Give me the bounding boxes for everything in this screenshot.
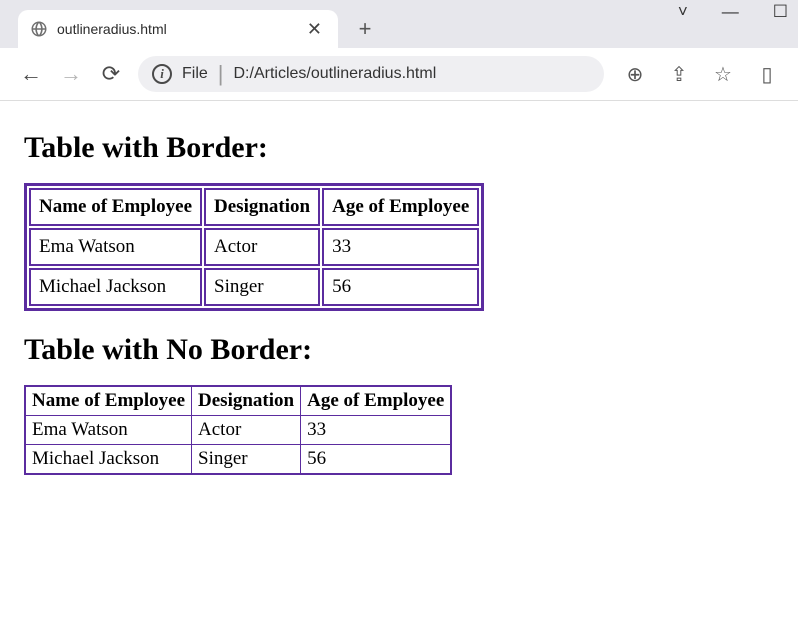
- table-with-border: Name of Employee Designation Age of Empl…: [24, 183, 484, 311]
- forward-button[interactable]: →: [58, 61, 84, 87]
- window-controls: ˅ — ☐: [678, 2, 788, 22]
- cell: 33: [322, 228, 479, 266]
- col-header: Designation: [204, 188, 320, 226]
- close-tab-icon[interactable]: ✕: [303, 19, 326, 40]
- browser-toolbar: ← → ⟳ i File | D:/Articles/outlineradius…: [0, 48, 798, 100]
- reload-button[interactable]: ⟳: [98, 61, 124, 87]
- table-header-row: Name of Employee Designation Age of Empl…: [25, 386, 451, 416]
- col-header: Age of Employee: [322, 188, 479, 226]
- cell: 33: [301, 416, 452, 445]
- zoom-icon[interactable]: ⊕: [622, 62, 648, 87]
- col-header: Name of Employee: [29, 188, 202, 226]
- cell: 56: [322, 268, 479, 306]
- cell: Michael Jackson: [25, 445, 192, 475]
- chevron-down-icon[interactable]: ˅: [678, 2, 688, 22]
- page-content: Table with Border: Name of Employee Desi…: [0, 101, 798, 499]
- back-button[interactable]: ←: [18, 61, 44, 87]
- cell: Singer: [204, 268, 320, 306]
- cell: Michael Jackson: [29, 268, 202, 306]
- share-icon[interactable]: ⇪: [666, 62, 692, 87]
- heading-bordered: Table with Border:: [24, 131, 774, 165]
- col-header: Age of Employee: [301, 386, 452, 416]
- col-header: Name of Employee: [25, 386, 192, 416]
- browser-chrome: outlineradius.html ✕ + ˅ — ☐ ← → ⟳ i Fil…: [0, 0, 798, 101]
- tab-bar: outlineradius.html ✕ + ˅ — ☐: [0, 0, 798, 48]
- cell: Ema Watson: [25, 416, 192, 445]
- cell: 56: [301, 445, 452, 475]
- table-row: Michael Jackson Singer 56: [29, 268, 479, 306]
- table-header-row: Name of Employee Designation Age of Empl…: [29, 188, 479, 226]
- browser-tab[interactable]: outlineradius.html ✕: [18, 10, 338, 48]
- col-header: Designation: [192, 386, 301, 416]
- table-row: Ema Watson Actor 33: [25, 416, 451, 445]
- maximize-icon[interactable]: ☐: [773, 2, 788, 22]
- globe-icon: [30, 20, 48, 38]
- heading-noborder: Table with No Border:: [24, 333, 774, 367]
- cell: Actor: [204, 228, 320, 266]
- file-scheme-label: File: [182, 65, 208, 83]
- address-bar[interactable]: i File | D:/Articles/outlineradius.html: [138, 56, 604, 92]
- bookmark-icon[interactable]: ☆: [710, 62, 736, 87]
- table-row: Michael Jackson Singer 56: [25, 445, 451, 475]
- cell: Actor: [192, 416, 301, 445]
- info-icon[interactable]: i: [152, 64, 172, 84]
- divider: |: [218, 61, 224, 87]
- sidepanel-icon[interactable]: ▯: [754, 62, 780, 87]
- cell: Singer: [192, 445, 301, 475]
- tab-title: outlineradius.html: [57, 21, 294, 37]
- table-no-border: Name of Employee Designation Age of Empl…: [24, 385, 452, 475]
- new-tab-button[interactable]: +: [348, 12, 382, 46]
- minimize-icon[interactable]: —: [722, 2, 739, 22]
- cell: Ema Watson: [29, 228, 202, 266]
- table-row: Ema Watson Actor 33: [29, 228, 479, 266]
- url-text: D:/Articles/outlineradius.html: [234, 65, 437, 83]
